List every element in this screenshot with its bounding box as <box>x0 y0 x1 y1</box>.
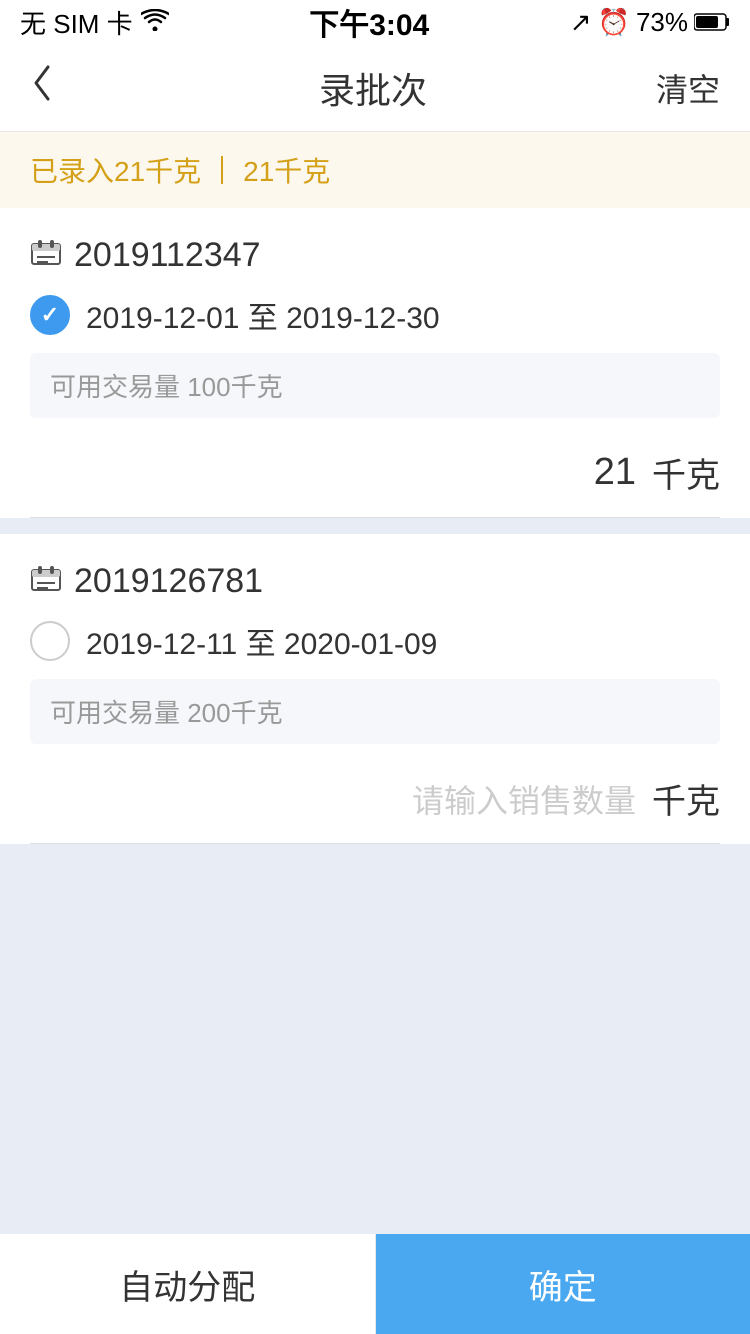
summary-divider <box>221 156 223 184</box>
clear-button[interactable]: 清空 <box>656 65 720 111</box>
available-text-2: 可用交易量 200千克 <box>50 698 283 728</box>
batch-header-1: 2019112347 <box>0 208 750 285</box>
available-row-1: 可用交易量 100千克 <box>30 353 720 418</box>
summary-banner: 已录入21千克 21千克 <box>0 132 750 208</box>
batch-icon-1 <box>30 238 62 274</box>
alarm-icon: ⏰ <box>598 7 630 38</box>
section-sep <box>0 518 750 534</box>
available-text-1: 可用交易量 100千克 <box>50 372 283 402</box>
nav-bar: 录批次 清空 <box>0 44 750 132</box>
page-title: 录批次 <box>319 62 427 114</box>
batch-checkbox-1[interactable] <box>30 295 70 335</box>
batch-card-1: 2019112347 2019-12-01 至 2019-12-30 可用交易量… <box>0 208 750 518</box>
batch-number-2: 2019126781 <box>74 562 263 601</box>
batch-date-row-1: 2019-12-01 至 2019-12-30 <box>0 285 750 353</box>
location-icon: ↗ <box>570 7 592 38</box>
input-row-2: 请输入销售数量 千克 <box>0 764 750 843</box>
summary-amount: 21千克 <box>243 150 330 190</box>
batch-date-2: 2019-12-11 至 2020-01-09 <box>86 619 437 663</box>
batch-icon-2 <box>30 564 62 600</box>
amount-unit-1: 千克 <box>652 448 720 497</box>
confirm-button[interactable]: 确定 <box>376 1234 750 1334</box>
summary-label: 已录入21千克 <box>30 150 201 190</box>
batch-date-row-2: 2019-12-11 至 2020-01-09 <box>0 611 750 679</box>
status-right: ↗ ⏰ 73% <box>570 7 730 38</box>
amount-value-1: 21 <box>594 451 636 494</box>
batch-header-2: 2019126781 <box>0 534 750 611</box>
auto-distribute-button[interactable]: 自动分配 <box>0 1234 376 1334</box>
available-row-2: 可用交易量 200千克 <box>30 679 720 744</box>
input-unit-2: 千克 <box>652 774 720 823</box>
status-bar: 无 SIM 卡 下午3:04 ↗ ⏰ 73% <box>0 0 750 44</box>
status-time: 下午3:04 <box>309 0 429 44</box>
bottom-bar: 自动分配 确定 <box>0 1234 750 1334</box>
no-sim-text: 无 SIM 卡 <box>20 4 133 41</box>
wifi-icon <box>141 7 169 38</box>
batch-number-1: 2019112347 <box>74 236 261 275</box>
amount-row-1: 21 千克 <box>0 438 750 517</box>
batch-card-2: 2019126781 2019-12-11 至 2020-01-09 可用交易量… <box>0 534 750 844</box>
status-left: 无 SIM 卡 <box>20 4 169 41</box>
quantity-placeholder-2: 请输入销售数量 <box>412 776 636 822</box>
battery-text: 73% <box>636 7 688 38</box>
batch-date-1: 2019-12-01 至 2019-12-30 <box>86 293 440 337</box>
batch-checkbox-2[interactable] <box>30 621 70 661</box>
back-button[interactable] <box>30 63 90 113</box>
battery-icon <box>694 7 730 38</box>
